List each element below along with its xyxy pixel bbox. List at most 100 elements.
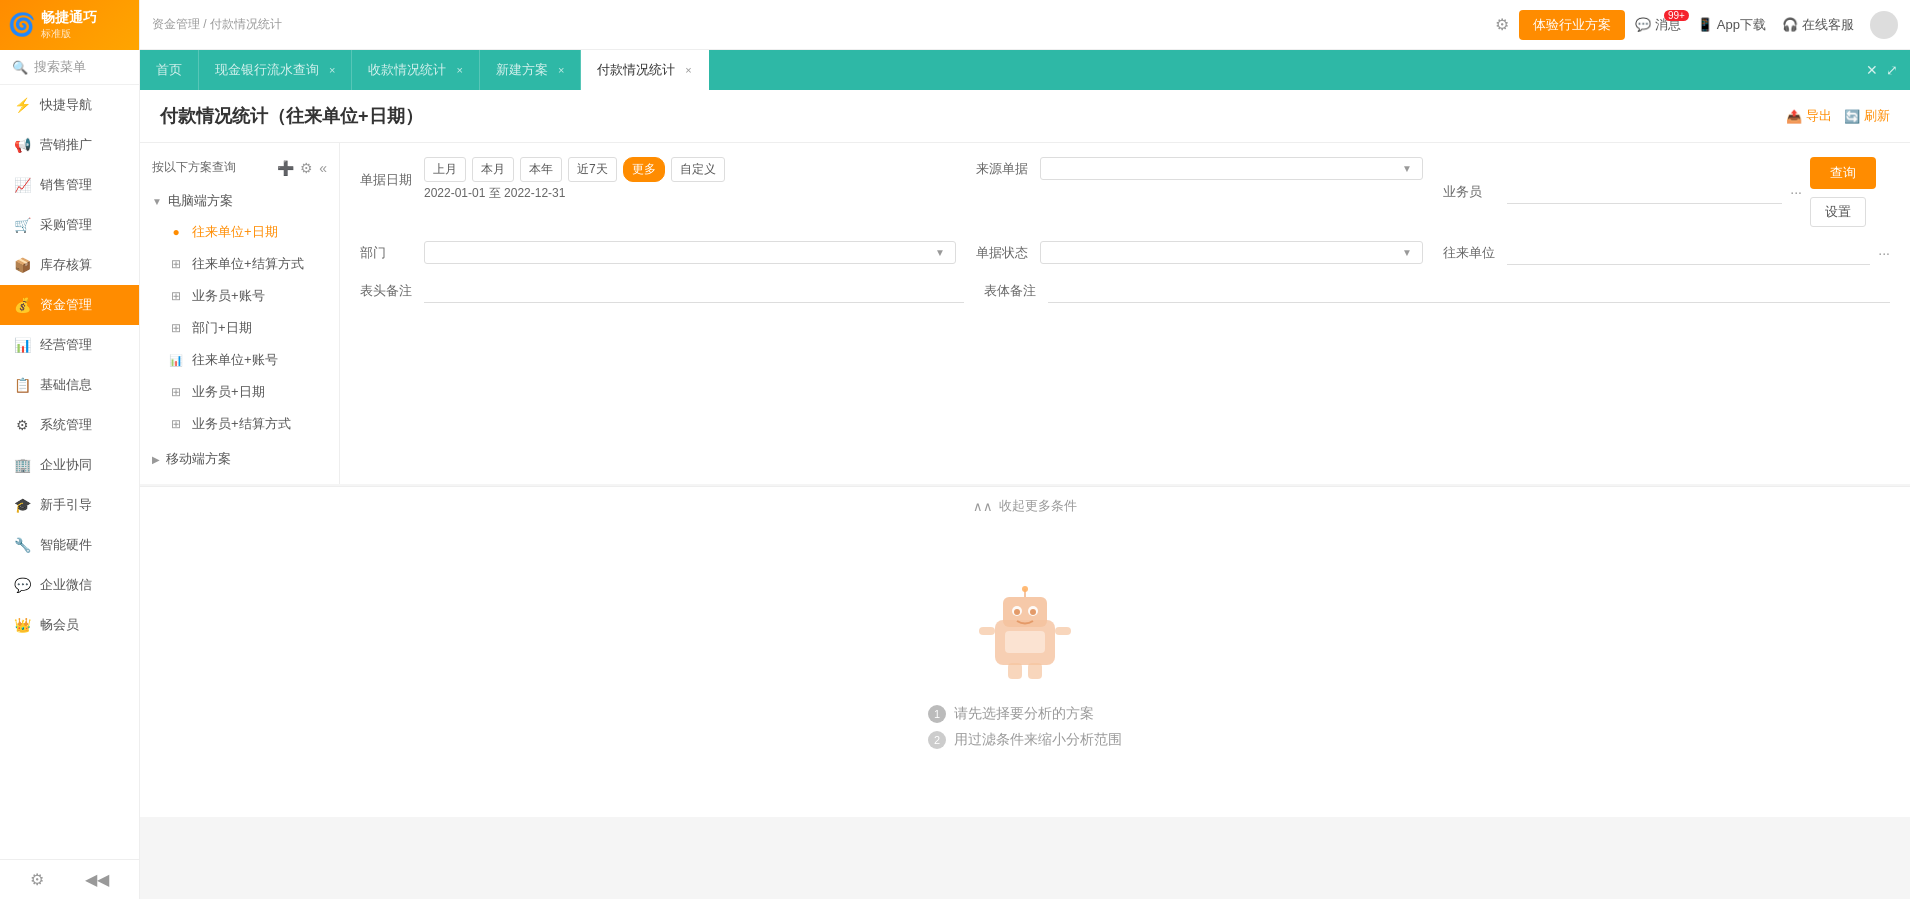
sidebar-search[interactable]: 🔍 搜索菜单 (0, 50, 139, 85)
scheme-item-staff-date[interactable]: ⊞ 业务员+日期 (140, 376, 339, 408)
scheme-collapse-btn[interactable]: « (319, 160, 327, 176)
dept-label: 部门 (360, 244, 416, 262)
scheme-item-label: 部门+日期 (192, 319, 252, 337)
user-avatar[interactable] (1870, 11, 1898, 39)
sidebar-item-quick-nav[interactable]: ⚡ 快捷导航 (0, 85, 139, 125)
staff-input[interactable] (1507, 180, 1782, 204)
footer-collapse-btn[interactable]: ◀◀ (85, 870, 109, 889)
sidebar-nav: ⚡ 快捷导航 📢 营销推广 📈 销售管理 🛒 采购管理 📦 库存核算 💰 资金管… (0, 85, 139, 859)
scheme-item-staff-settle[interactable]: ⊞ 业务员+结算方式 (140, 408, 339, 440)
staff-dotdot[interactable]: ··· (1790, 184, 1802, 200)
sidebar-item-label: 采购管理 (40, 216, 92, 234)
app-download-btn[interactable]: 📱 App下载 (1697, 16, 1766, 34)
status-label: 单据状态 (976, 244, 1032, 262)
sidebar-item-wechat[interactable]: 💬 企业微信 (0, 565, 139, 605)
tab-new-scheme-close[interactable]: × (558, 64, 564, 76)
sidebar-item-sales[interactable]: 📈 销售管理 (0, 165, 139, 205)
sidebar-item-basic[interactable]: 📋 基础信息 (0, 365, 139, 405)
date-btn-this-month[interactable]: 本月 (472, 157, 514, 182)
scheme-item-label: 业务员+日期 (192, 383, 265, 401)
sidebar-item-guide[interactable]: 🎓 新手引导 (0, 485, 139, 525)
date-btn-this-year[interactable]: 本年 (520, 157, 562, 182)
query-actions: 查询 设置 (1810, 157, 1890, 227)
svg-point-4 (1014, 609, 1020, 615)
dept-select-arrow: ▼ (935, 247, 945, 258)
scheme-item-unit-account[interactable]: 📊 往来单位+账号 (140, 344, 339, 376)
sidebar-item-operation[interactable]: 📊 经营管理 (0, 325, 139, 365)
status-select[interactable]: ▼ (1040, 241, 1423, 264)
scheme-mobile-group[interactable]: ▶ 移动端方案 (140, 444, 339, 474)
sidebar-item-label: 基础信息 (40, 376, 92, 394)
query-btn[interactable]: 查询 (1810, 157, 1876, 189)
sidebar-item-corp[interactable]: 🏢 企业协同 (0, 445, 139, 485)
marketing-icon: 📢 (12, 135, 32, 155)
filter-row-2: 部门 ▼ 单据状态 ▼ 往来单位 (360, 241, 1890, 265)
scheme-item-unit-date[interactable]: ● 往来单位+日期 (140, 216, 339, 248)
purchase-icon: 🛒 (12, 215, 32, 235)
sidebar-item-label: 资金管理 (40, 296, 92, 314)
tab-home-label: 首页 (156, 61, 182, 79)
tab-close-btn[interactable]: ✕ (1866, 62, 1878, 78)
header-note-input[interactable] (424, 279, 964, 303)
hint-text-2: 用过滤条件来缩小分析范围 (954, 731, 1122, 749)
counterpart-dotdot[interactable]: ··· (1878, 245, 1890, 261)
counterpart-input[interactable] (1507, 241, 1870, 265)
tab-bank-flow-close[interactable]: × (329, 64, 335, 76)
scheme-item-label: 业务员+账号 (192, 287, 265, 305)
scheme-settings-btn[interactable]: ⚙ (300, 160, 313, 176)
body-note-input[interactable] (1048, 279, 1890, 303)
date-btn-last-month[interactable]: 上月 (424, 157, 466, 182)
dept-select[interactable]: ▼ (424, 241, 956, 264)
sidebar-logo-text: 畅捷通巧 (41, 9, 97, 27)
footer-settings-btn[interactable]: ⚙ (30, 870, 44, 889)
scheme-add-btn[interactable]: ➕ (277, 160, 294, 176)
scheme-pc-group: ▼ 电脑端方案 ● 往来单位+日期 ⊞ 往来单位+结算方式 ⊞ 业务员+账号 (140, 186, 339, 440)
sidebar-item-hardware[interactable]: 🔧 智能硬件 (0, 525, 139, 565)
header-note-label: 表头备注 (360, 282, 416, 300)
filter-source-field: 来源单据 ▼ (976, 157, 1423, 180)
scheme-pc-group-header[interactable]: ▼ 电脑端方案 (140, 186, 339, 216)
tab-window-controls: ✕ ⤢ (1854, 62, 1910, 78)
sidebar-item-label: 经营管理 (40, 336, 92, 354)
online-service-btn[interactable]: 🎧 在线客服 (1782, 16, 1854, 34)
export-btn[interactable]: 📤 导出 (1786, 107, 1832, 125)
tab-new-scheme[interactable]: 新建方案 × (480, 50, 581, 90)
tab-payment-stats[interactable]: 付款情况统计 × (581, 50, 708, 90)
svg-rect-11 (1028, 663, 1042, 679)
empty-robot-svg (965, 585, 1085, 685)
sidebar-item-system[interactable]: ⚙ 系统管理 (0, 405, 139, 445)
date-btn-more[interactable]: 更多 (623, 157, 665, 182)
sidebar-item-finance[interactable]: 💰 资金管理 (0, 285, 139, 325)
tab-payment-stats-close[interactable]: × (685, 64, 691, 76)
sidebar-item-member[interactable]: 👑 畅会员 (0, 605, 139, 645)
sidebar-logo: 🌀 (8, 12, 35, 38)
industry-btn[interactable]: 体验行业方案 (1519, 10, 1625, 40)
message-btn[interactable]: 💬 消息 99+ (1635, 16, 1681, 34)
date-btn-7days[interactable]: 近7天 (568, 157, 617, 182)
quick-nav-icon: ⚡ (12, 95, 32, 115)
scheme-item-staff-account[interactable]: ⊞ 业务员+账号 (140, 280, 339, 312)
page-content: 付款情况统计（往来单位+日期） 📤 导出 🔄 刷新 按以下方案查询 ➕ (140, 90, 1910, 899)
filter-form: 单据日期 上月 本月 本年 近7天 更多 自定义 2022-01-01 至 20… (340, 143, 1910, 484)
date-btn-custom[interactable]: 自定义 (671, 157, 725, 182)
scheme-active-icon: ● (168, 224, 184, 240)
tab-bank-flow[interactable]: 现金银行流水查询 × (199, 50, 352, 90)
tab-home[interactable]: 首页 (140, 50, 199, 90)
sidebar-item-purchase[interactable]: 🛒 采购管理 (0, 205, 139, 245)
service-icon: 🎧 (1782, 17, 1798, 32)
settings-btn[interactable]: 设置 (1810, 197, 1866, 227)
sidebar-item-label: 营销推广 (40, 136, 92, 154)
sidebar-item-inventory[interactable]: 📦 库存核算 (0, 245, 139, 285)
collapse-btn[interactable]: ∧∧ 收起更多条件 (973, 487, 1077, 525)
refresh-btn[interactable]: 🔄 刷新 (1844, 107, 1890, 125)
tab-expand-btn[interactable]: ⤢ (1886, 62, 1898, 78)
source-select[interactable]: ▼ (1040, 157, 1423, 180)
sidebar-item-marketing[interactable]: 📢 营销推广 (0, 125, 139, 165)
tab-receipt-stats[interactable]: 收款情况统计 × (352, 50, 479, 90)
scheme-item-dept-date[interactable]: ⊞ 部门+日期 (140, 312, 339, 344)
scheme-item-unit-settle[interactable]: ⊞ 往来单位+结算方式 (140, 248, 339, 280)
tab-receipt-stats-close[interactable]: × (456, 64, 462, 76)
filter-status-field: 单据状态 ▼ (976, 241, 1423, 264)
tabs-bar: 首页 现金银行流水查询 × 收款情况统计 × 新建方案 × 付款情况统计 × ✕… (140, 50, 1910, 90)
topbar-settings-icon[interactable]: ⚙ (1495, 15, 1509, 34)
